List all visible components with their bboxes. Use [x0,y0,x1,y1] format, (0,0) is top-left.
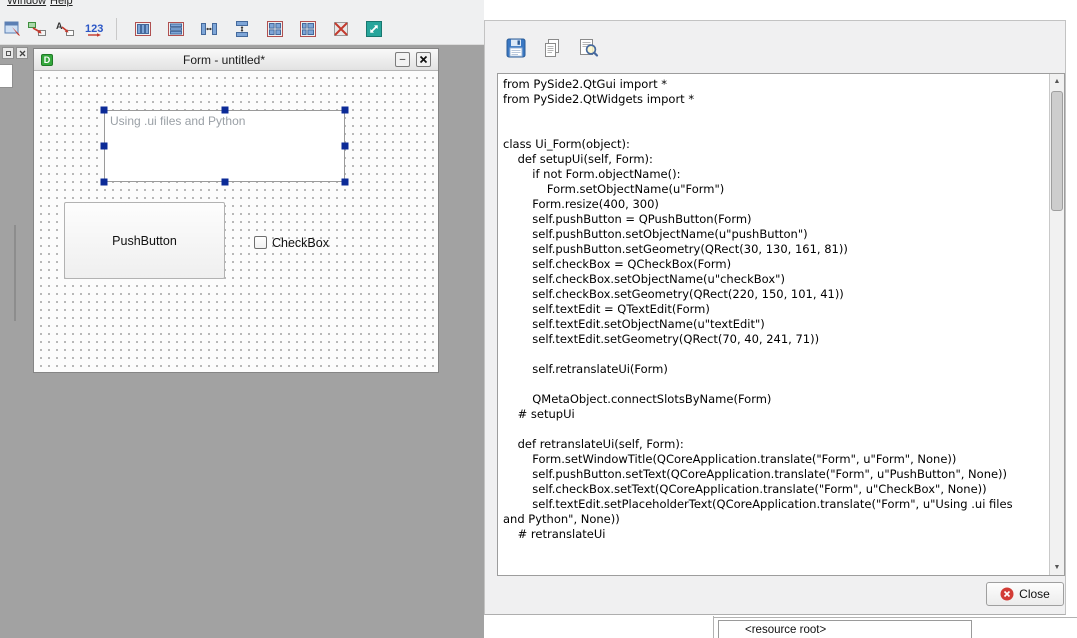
edit-buddies-icon: A [55,19,75,39]
textedit-placeholder: Using .ui files and Python [110,114,245,128]
dock-float-button[interactable] [2,47,14,59]
lay-out-vertically-button[interactable] [163,16,189,42]
break-layout-icon [331,19,351,39]
textedit-widget[interactable]: Using .ui files and Python [104,110,345,182]
scroll-down-arrow[interactable]: ▼ [1050,560,1064,575]
edit-widgets-button[interactable] [0,16,26,42]
generated-code-view[interactable]: from PySide2.QtGui import * from PySide2… [497,73,1065,576]
edit-widgets-icon [3,19,23,39]
close-circle-icon [1000,587,1014,601]
edit-signals-slots-icon [27,19,47,39]
form-titlebar[interactable]: D Form - untitled* – [34,49,438,71]
selection-handle[interactable] [342,107,349,114]
selection-handle[interactable] [342,143,349,150]
dialog-close-button[interactable]: Close [986,582,1064,606]
minimize-button[interactable]: – [395,52,410,67]
checkbox-widget[interactable]: CheckBox [254,222,355,263]
lay-out-horizontally-icon [133,19,153,39]
code-scrollbar[interactable]: ▲ ▼ [1049,74,1064,575]
resource-root-item[interactable]: <resource root> [719,621,971,636]
adjust-size-button[interactable] [361,16,387,42]
save-button[interactable] [503,35,529,61]
break-layout-button[interactable] [328,16,354,42]
checkbox-indicator[interactable] [254,236,267,249]
copy-icon [541,37,563,59]
main-toolbar: A 123 [0,13,484,45]
close-button[interactable] [416,52,431,67]
pushbutton-widget[interactable]: PushButton [64,202,225,279]
selection-handle[interactable] [101,107,108,114]
lay-out-splitter-horizontal-button[interactable] [196,16,222,42]
lay-out-splitter-vertical-icon [232,19,252,39]
copy-button[interactable] [539,35,565,61]
lay-out-form-icon [298,19,318,39]
dock-separator-horizontal [713,617,1077,618]
selection-handle[interactable] [101,179,108,186]
restore-icon [6,51,11,56]
mdi-workspace: D Form - untitled* – Using .ui files and… [0,45,484,638]
print-preview-icon [577,37,600,59]
lay-out-vertically-icon [166,19,186,39]
form-designer-window: D Form - untitled* – Using .ui files and… [33,48,439,373]
adjust-size-icon [364,19,384,39]
print-preview-button[interactable] [575,35,601,61]
edit-buddies-button[interactable]: A [52,16,78,42]
lay-out-grid-button[interactable] [262,16,288,42]
resource-browser-panel: <resource root> [718,620,972,638]
lay-out-form-button[interactable] [295,16,321,42]
left-panel-scrollbar[interactable] [14,225,16,321]
edit-tab-order-icon: 123 [84,19,106,39]
dock-close-button[interactable] [16,47,28,59]
edit-tab-order-button[interactable]: 123 [82,16,108,42]
menu-help[interactable]: Help [50,0,73,7]
svg-text:A: A [56,21,63,31]
selection-handle[interactable] [221,107,228,114]
designer-form-icon: D [41,54,53,66]
qt-designer-app: Window Help A [0,0,1077,638]
code-dialog-toolbar [503,35,601,61]
menu-window[interactable]: Window [7,0,46,7]
scroll-up-arrow[interactable]: ▲ [1050,74,1064,89]
edit-signals-slots-button[interactable] [24,16,50,42]
selection-handle[interactable] [101,143,108,150]
scrollbar-thumb[interactable] [1051,91,1063,211]
lay-out-splitter-horizontal-icon [199,19,219,39]
dock-separator-vertical[interactable] [713,616,714,638]
close-icon [419,55,428,64]
selection-handle[interactable] [342,179,349,186]
toolbar-separator [116,18,117,40]
svg-text:123: 123 [85,23,103,35]
form-canvas[interactable]: Using .ui files and Python PushButton Ch… [34,71,438,372]
form-window-title: Form - untitled* [53,53,395,67]
widget-box-filter-input[interactable] [0,64,13,88]
menubar: Window Help [0,0,484,13]
lay-out-splitter-vertical-button[interactable] [229,16,255,42]
code-preview-dialog: from PySide2.QtGui import * from PySide2… [484,20,1066,615]
checkbox-label: CheckBox [272,236,329,250]
close-icon [19,50,26,57]
save-icon [505,37,527,59]
close-button-label: Close [1019,587,1050,601]
selection-handle[interactable] [221,179,228,186]
lay-out-grid-icon [265,19,285,39]
python-code-text[interactable]: from PySide2.QtGui import * from PySide2… [498,74,1048,545]
lay-out-horizontally-button[interactable] [130,16,156,42]
